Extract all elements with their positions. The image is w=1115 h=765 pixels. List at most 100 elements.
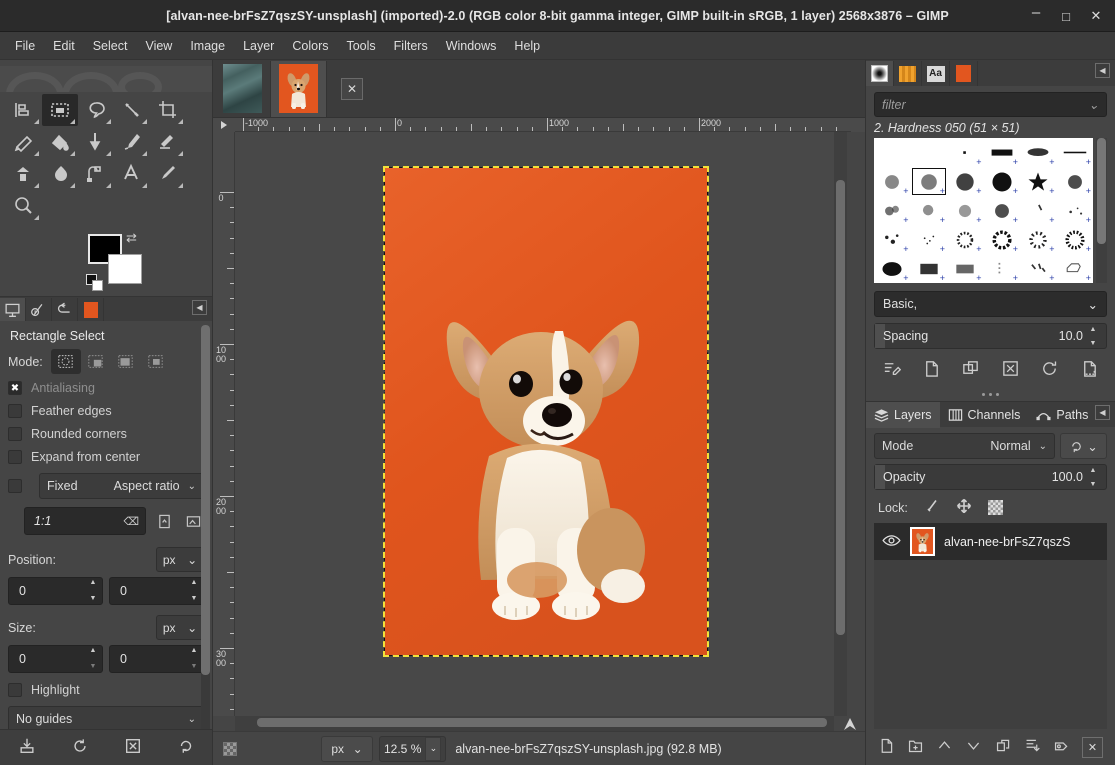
layer-mode-combo[interactable]: Mode Normal ⌄ — [874, 433, 1055, 459]
fixed-checkbox[interactable] — [8, 479, 22, 493]
stepper-up-icon[interactable]: ▲ — [187, 579, 201, 587]
mode-intersect-button[interactable] — [141, 349, 171, 374]
tab-device-status[interactable] — [26, 298, 52, 321]
bucket-fill-tool[interactable] — [42, 126, 78, 158]
text-tool[interactable] — [114, 158, 150, 190]
brush-cell[interactable]: + — [911, 254, 948, 283]
brush-cell[interactable]: + — [947, 254, 984, 283]
vertical-ruler[interactable]: 01000200030004000 — [213, 132, 235, 716]
stepper-up-icon[interactable]: ▲ — [1086, 467, 1100, 475]
crop-tool[interactable] — [150, 94, 186, 126]
brush-cell[interactable]: + — [1020, 167, 1057, 196]
color-picker-tool[interactable] — [150, 158, 186, 190]
menu-view[interactable]: View — [136, 35, 181, 57]
stepper-down-icon[interactable]: ▼ — [187, 595, 201, 603]
stepper-up-icon[interactable]: ▲ — [86, 579, 100, 587]
horizontal-ruler[interactable]: -10000100020003000 — [235, 118, 851, 132]
antialiasing-checkbox[interactable] — [8, 381, 22, 395]
layer-list[interactable]: alvan-nee-brFsZ7qszS — [874, 523, 1107, 729]
brush-cell[interactable]: + — [1020, 225, 1057, 254]
position-y-input[interactable]: 0 ▲ ▼ — [109, 577, 204, 605]
mode-add-button[interactable] — [81, 349, 111, 374]
dock-menu-button[interactable]: ◀ — [192, 300, 207, 315]
stepper-down-icon[interactable]: ▼ — [187, 663, 201, 671]
guides-combo[interactable]: No guides ⌄ — [8, 706, 204, 729]
mode-replace-button[interactable] — [50, 349, 81, 374]
menu-image[interactable]: Image — [181, 35, 234, 57]
brush-cell[interactable]: + — [1020, 196, 1057, 225]
brush-cell[interactable] — [874, 138, 911, 167]
brush-cell[interactable]: + — [1057, 138, 1094, 167]
quick-mask-toggle[interactable] — [223, 741, 237, 756]
size-height-input[interactable]: 0 ▲ ▼ — [109, 645, 204, 673]
rounded-corners-checkbox[interactable] — [8, 427, 22, 441]
ruler-corner-button[interactable] — [213, 118, 235, 132]
navigation-button[interactable] — [834, 716, 865, 731]
delete-brush-icon[interactable] — [1001, 359, 1020, 381]
brush-grid[interactable]: + + + + + + + + + + + + + + + + + + + + + + + + + + + + — [874, 138, 1093, 283]
position-y-stepper[interactable]: ▲ ▼ — [187, 579, 201, 603]
brush-cell[interactable]: + — [947, 225, 984, 254]
dock-separator-grip[interactable] — [866, 387, 1115, 401]
position-unit-combo[interactable]: px ⌄ — [156, 547, 204, 572]
brush-cell[interactable]: + — [947, 167, 984, 196]
brush-cell[interactable]: + — [1020, 138, 1057, 167]
merge-down-icon[interactable] — [1024, 737, 1041, 757]
stepper-up-icon[interactable]: ▲ — [1086, 326, 1100, 334]
checkbox-row-antialiasing[interactable]: Antialiasing — [8, 381, 204, 395]
brush-tag-combo[interactable]: Basic, ⌄ — [874, 291, 1107, 317]
brush-cell[interactable]: + — [911, 196, 948, 225]
switch-to-default-values-button[interactable]: ⌄ — [1060, 433, 1107, 459]
new-layer-icon[interactable] — [878, 737, 895, 757]
menu-edit[interactable]: Edit — [44, 35, 84, 57]
brush-cell[interactable]: + — [984, 138, 1021, 167]
reset-colors-icon-bg[interactable] — [92, 280, 103, 291]
new-layer-group-icon[interactable] — [907, 737, 924, 757]
tab-fonts[interactable]: Aa — [922, 61, 950, 86]
restore-tool-preset-icon[interactable] — [71, 737, 89, 758]
layer-visibility-icon[interactable] — [882, 534, 901, 550]
layers-dock-menu-button[interactable]: ◀ — [1095, 405, 1110, 420]
refresh-brushes-icon[interactable] — [1040, 359, 1059, 381]
tab-images[interactable] — [78, 298, 104, 321]
maximize-button[interactable]: □ — [1051, 1, 1081, 31]
delete-tool-preset-icon[interactable] — [124, 737, 142, 758]
checkbox-row-expand-from-center[interactable]: Expand from center — [8, 450, 204, 464]
brush-cell[interactable]: + — [984, 196, 1021, 225]
paths-tool[interactable] — [78, 158, 114, 190]
brush-grid-scrollbar[interactable] — [1096, 138, 1107, 283]
expand-from-center-checkbox[interactable] — [8, 450, 22, 464]
image-tab-water[interactable] — [215, 60, 271, 117]
transform-tool[interactable] — [6, 126, 42, 158]
zoom-tool[interactable] — [6, 190, 42, 222]
raise-layer-icon[interactable] — [936, 737, 953, 757]
size-width-input[interactable]: 0 ▲ ▼ — [8, 645, 103, 673]
brush-cell[interactable]: + — [1057, 225, 1094, 254]
tab-brushes[interactable] — [866, 61, 894, 86]
canvas-vertical-scrollbar[interactable] — [834, 132, 847, 716]
lower-layer-icon[interactable] — [965, 737, 982, 757]
brush-cell[interactable]: + — [874, 254, 911, 283]
edit-brush-icon[interactable] — [882, 359, 902, 381]
brush-filter-input[interactable]: filter ⌄ — [874, 92, 1107, 117]
minimize-button[interactable]: – — [1021, 1, 1051, 31]
menu-layer[interactable]: Layer — [234, 35, 283, 57]
brush-cell[interactable]: + — [911, 167, 948, 196]
free-select-tool[interactable] — [78, 94, 114, 126]
close-image-button[interactable]: ✕ — [341, 77, 363, 100]
save-tool-preset-icon[interactable] — [18, 737, 36, 758]
feather-edges-checkbox[interactable] — [8, 404, 22, 418]
background-color-swatch[interactable] — [108, 254, 142, 284]
tab-patterns[interactable] — [894, 61, 922, 86]
brush-cell[interactable]: + — [1057, 167, 1094, 196]
tab-channels[interactable]: Channels — [940, 402, 1029, 428]
stepper-down-icon[interactable]: ▼ — [86, 663, 100, 671]
tab-tool-options[interactable] — [0, 298, 26, 321]
brush-cell[interactable]: + — [947, 138, 984, 167]
align-tool[interactable] — [6, 94, 42, 126]
menu-file[interactable]: File — [6, 35, 44, 57]
fuzzy-select-tool[interactable] — [114, 94, 150, 126]
checkbox-row-rounded-corners[interactable]: Rounded corners — [8, 427, 204, 441]
opacity-stepper[interactable]: ▲ ▼ — [1086, 467, 1100, 489]
image-tab-corgi[interactable] — [271, 60, 327, 117]
